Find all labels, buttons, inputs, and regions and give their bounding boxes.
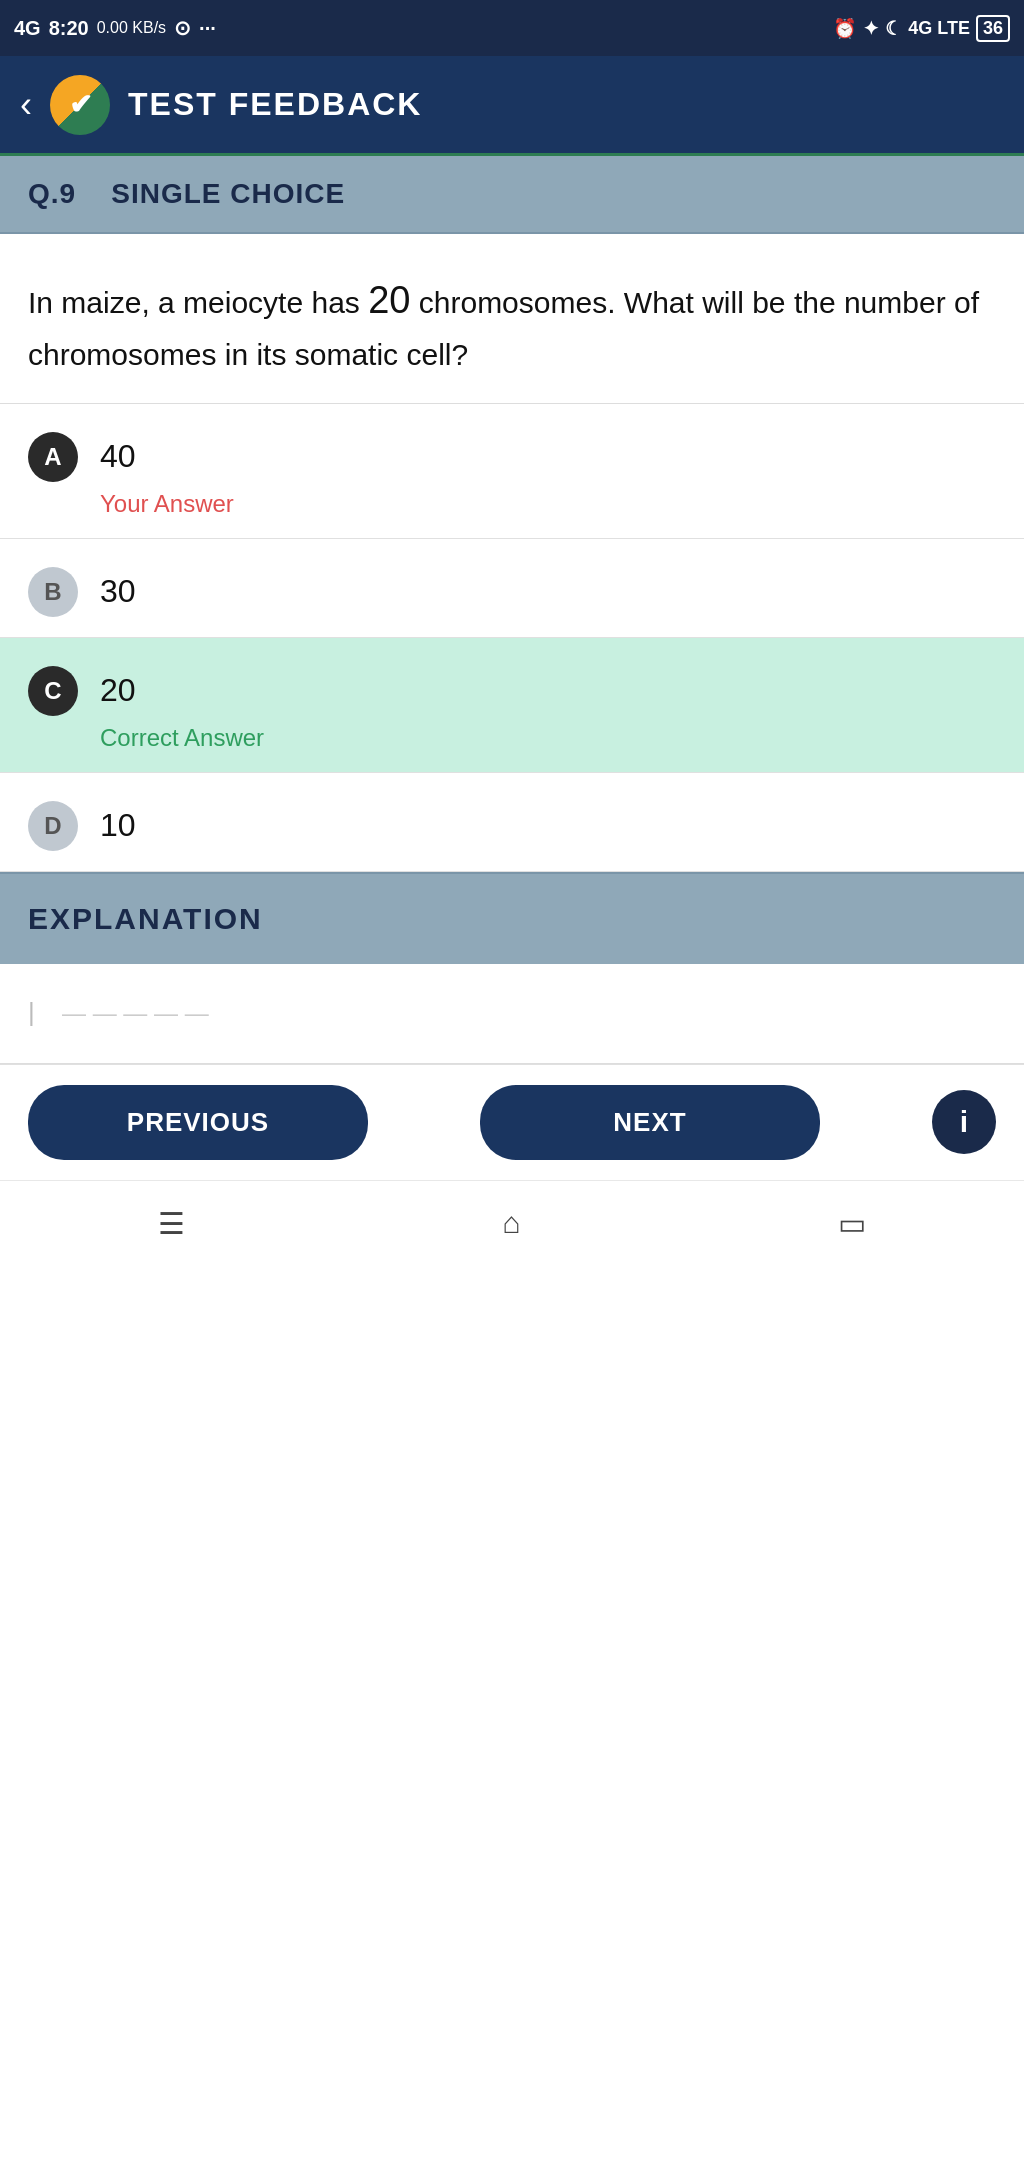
status-left: 4G 8:20 0.00 KB/s ⊙ ···: [14, 16, 216, 40]
option-a[interactable]: A 40 Your Answer: [0, 404, 1024, 539]
option-a-row: A 40: [28, 432, 996, 482]
option-b-letter: B: [44, 578, 61, 606]
option-a-letter: A: [44, 443, 61, 471]
option-a-circle: A: [28, 432, 78, 482]
battery-icon: 36: [976, 15, 1010, 42]
info-button[interactable]: i: [932, 1090, 996, 1154]
question-banner: Q.9 SINGLE CHOICE: [0, 156, 1024, 234]
page-title: TEST FEEDBACK: [128, 86, 422, 123]
back-chevron-icon: ‹: [20, 87, 32, 123]
option-a-value: 40: [100, 438, 136, 475]
moon-icon: ☾: [885, 17, 902, 40]
option-c-row: C 20: [28, 666, 996, 716]
option-d-value: 10: [100, 807, 136, 844]
status-right: ⏰ ✦ ☾ 4G LTE 36: [833, 15, 1010, 42]
time: 8:20: [49, 17, 89, 40]
question-content: In maize, a meiocyte has 20 chromosomes.…: [0, 234, 1024, 404]
explanation-banner: EXPLANATION: [0, 872, 1024, 964]
option-c-letter: C: [44, 677, 61, 705]
bottom-nav: PREVIOUS NEXT i: [0, 1064, 1024, 1180]
explanation-content: | — — — — —: [0, 964, 1024, 1064]
option-b-value: 30: [100, 573, 136, 610]
speed: 0.00 KB/s: [97, 19, 166, 37]
logo: ✔: [50, 75, 110, 135]
option-d-row: D 10: [28, 801, 996, 851]
question-number: Q.9: [28, 178, 76, 209]
status-bar: 4G 8:20 0.00 KB/s ⊙ ··· ⏰ ✦ ☾ 4G LTE 36: [0, 0, 1024, 56]
wifi-icon: ⊙: [174, 16, 191, 40]
signal-icon: 4G: [14, 17, 41, 40]
option-b-row: B 30: [28, 567, 996, 617]
option-b-circle: B: [28, 567, 78, 617]
option-c-value: 20: [100, 672, 136, 709]
question-label: Q.9 SINGLE CHOICE: [28, 178, 345, 209]
question-text: In maize, a meiocyte has 20 chromosomes.…: [28, 270, 996, 379]
option-c-circle: C: [28, 666, 78, 716]
correct-answer-label-c: Correct Answer: [28, 724, 996, 752]
explanation-text-partial: |: [28, 997, 35, 1027]
explanation-title: EXPLANATION: [28, 902, 263, 935]
lte-label: 4G LTE: [908, 18, 970, 39]
back-button[interactable]: ‹: [20, 87, 32, 123]
question-type: SINGLE CHOICE: [111, 178, 345, 209]
option-d[interactable]: D 10: [0, 773, 1024, 872]
options-container: A 40 Your Answer B 30 C 20 Correct Answe…: [0, 404, 1024, 872]
explanation-text: | — — — — —: [28, 992, 996, 1034]
next-button[interactable]: NEXT: [480, 1085, 820, 1160]
checkmark-icon: ✔: [69, 88, 92, 121]
back-nav-icon[interactable]: ▭: [838, 1206, 866, 1241]
system-nav-bar: ☰ ⌂ ▭: [0, 1180, 1024, 1260]
alarm-icon: ⏰: [833, 17, 857, 40]
more-icon: ···: [199, 17, 216, 40]
home-icon[interactable]: ⌂: [502, 1206, 520, 1240]
option-d-letter: D: [44, 812, 61, 840]
option-b[interactable]: B 30: [0, 539, 1024, 638]
option-c[interactable]: C 20 Correct Answer: [0, 638, 1024, 773]
header: ‹ ✔ TEST FEEDBACK: [0, 56, 1024, 156]
option-d-circle: D: [28, 801, 78, 851]
question-text-part1: In maize, a meiocyte has: [28, 286, 368, 319]
explanation-body: — — — — —: [42, 999, 209, 1026]
question-number-value: 20: [368, 279, 410, 321]
previous-button[interactable]: PREVIOUS: [28, 1085, 368, 1160]
your-answer-label-a: Your Answer: [28, 490, 996, 518]
vibrate-icon: ✦: [863, 17, 879, 40]
menu-icon[interactable]: ☰: [158, 1206, 185, 1241]
